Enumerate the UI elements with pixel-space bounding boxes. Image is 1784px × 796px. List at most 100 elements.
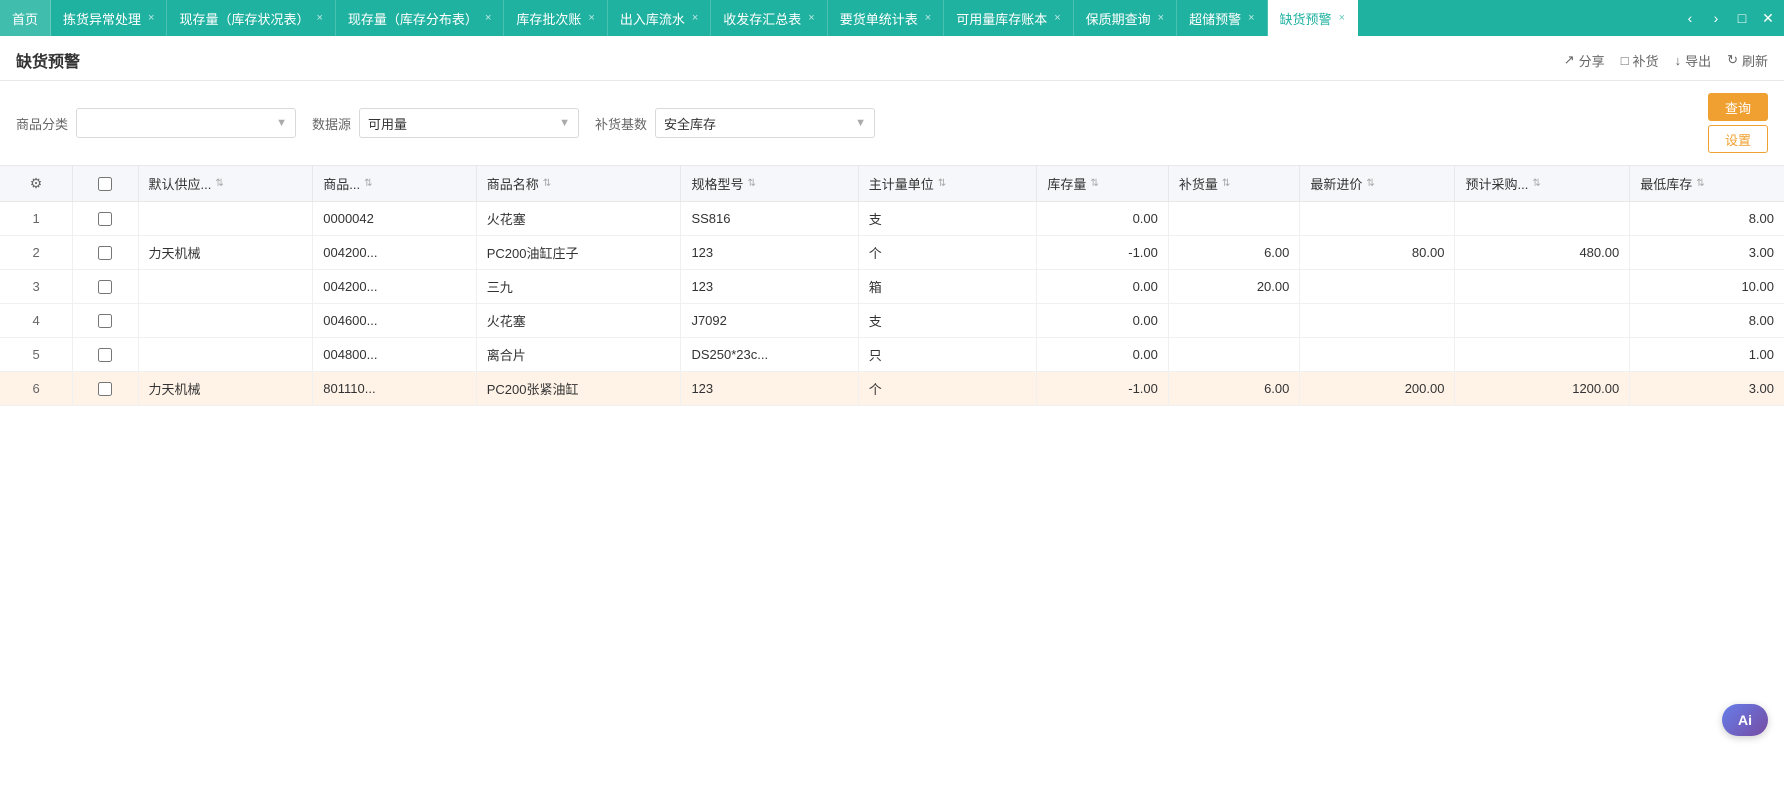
row-select-1[interactable] [98, 212, 112, 226]
row-num-1: 1 [0, 202, 73, 236]
filter-bar: 商品分类 ▼ 数据源 可用量 ▼ 补货基数 安全库存 ▼ 查询 设置 [0, 81, 1784, 166]
table-row: 3 004200... 三九 123 箱 0.00 20.00 10.00 [0, 270, 1784, 304]
tab-picking-exception[interactable]: 拣货异常处理 × [51, 0, 167, 36]
row-forecast-5 [1455, 338, 1630, 372]
close-tab-stock-status[interactable]: × [316, 12, 322, 24]
th-checkbox [73, 166, 138, 202]
row-checkbox-4 [73, 304, 138, 338]
tab-restore[interactable]: □ [1730, 6, 1754, 30]
share-icon: ↗ [1564, 52, 1575, 68]
tab-bar: 首页 拣货异常处理 × 现存量（库存状况表） × 现存量（库存分布表） × 库存… [0, 0, 1784, 36]
category-select[interactable]: ▼ [76, 108, 296, 138]
tab-current-stock-status[interactable]: 现存量（库存状况表） × [167, 0, 335, 36]
row-supplier-5 [138, 338, 313, 372]
close-tab-shelf[interactable]: × [1158, 12, 1164, 24]
replenish-button[interactable]: □ 补货 [1621, 51, 1659, 70]
category-dropdown-arrow: ▼ [276, 117, 287, 129]
tab-receive-send-summary[interactable]: 收发存汇总表 × [711, 0, 827, 36]
tab-requisition-stats[interactable]: 要货单统计表 × [828, 0, 944, 36]
row-stock-6: -1.00 [1037, 372, 1168, 406]
row-num-2: 2 [0, 236, 73, 270]
tab-home[interactable]: 首页 [0, 0, 51, 36]
column-settings-icon[interactable]: ⚙ [10, 175, 62, 192]
close-tab-requisition[interactable]: × [925, 12, 931, 24]
tab-shortage-warning[interactable]: 缺货预警 × [1268, 0, 1358, 36]
table-container: ⚙ 默认供应... ⇅ 商品... ⇅ [0, 166, 1784, 406]
row-select-2[interactable] [98, 246, 112, 260]
tab-current-stock-dist[interactable]: 现存量（库存分布表） × [336, 0, 504, 36]
replenish-base-filter-group: 补货基数 安全库存 ▼ [595, 108, 875, 138]
tab-nav-next[interactable]: › [1704, 6, 1728, 30]
sort-replenish-icon: ⇅ [1222, 178, 1230, 189]
sort-supplier-icon: ⇅ [215, 178, 223, 189]
select-all-checkbox[interactable] [98, 177, 112, 191]
close-tab-receive[interactable]: × [808, 12, 814, 24]
row-name-4: 火花塞 [476, 304, 681, 338]
row-supplier-4 [138, 304, 313, 338]
datasource-dropdown-arrow: ▼ [559, 117, 570, 129]
row-select-6[interactable] [98, 382, 112, 396]
tab-close-all[interactable]: ✕ [1756, 6, 1780, 30]
tab-nav-prev[interactable]: ‹ [1678, 6, 1702, 30]
tab-batch-account[interactable]: 库存批次账 × [504, 0, 607, 36]
row-code-4: 004600... [313, 304, 476, 338]
row-select-3[interactable] [98, 280, 112, 294]
row-spec-4: J7092 [681, 304, 858, 338]
sort-min-icon: ⇅ [1696, 178, 1704, 189]
row-price-1 [1300, 202, 1455, 236]
header-actions: ↗ 分享 □ 补货 ↓ 导出 ↻ 刷新 [1564, 51, 1768, 70]
datasource-select[interactable]: 可用量 ▼ [359, 108, 579, 138]
row-forecast-4 [1455, 304, 1630, 338]
row-supplier-6: 力天机械 [138, 372, 313, 406]
row-select-5[interactable] [98, 348, 112, 362]
row-min-stock-2: 3.00 [1630, 236, 1784, 270]
share-button[interactable]: ↗ 分享 [1564, 51, 1605, 70]
sort-unit-icon: ⇅ [938, 178, 946, 189]
row-unit-2: 个 [858, 236, 1037, 270]
settings-button[interactable]: 设置 [1708, 125, 1768, 153]
close-tab-batch[interactable]: × [588, 12, 594, 24]
row-unit-4: 支 [858, 304, 1037, 338]
close-tab-ledger[interactable]: × [1054, 12, 1060, 24]
tab-shelf-life[interactable]: 保质期查询 × [1074, 0, 1177, 36]
close-tab-shortage[interactable]: × [1339, 12, 1345, 24]
filter-action-buttons: 查询 设置 [1708, 93, 1768, 153]
export-icon: ↓ [1675, 53, 1682, 68]
row-price-2: 80.00 [1300, 236, 1455, 270]
tab-inout-flow[interactable]: 出入库流水 × [608, 0, 711, 36]
row-spec-6: 123 [681, 372, 858, 406]
row-checkbox-6 [73, 372, 138, 406]
replenish-base-select[interactable]: 安全库存 ▼ [655, 108, 875, 138]
row-stock-2: -1.00 [1037, 236, 1168, 270]
replenish-base-value: 安全库存 [664, 114, 716, 133]
row-replenish-6: 6.00 [1168, 372, 1299, 406]
row-replenish-5 [1168, 338, 1299, 372]
row-stock-3: 0.00 [1037, 270, 1168, 304]
ai-assistant-badge[interactable]: Ai [1722, 704, 1768, 736]
row-stock-5: 0.00 [1037, 338, 1168, 372]
table-body: 1 0000042 火花塞 SS816 支 0.00 8.00 2 力天机械 0… [0, 202, 1784, 406]
row-select-4[interactable] [98, 314, 112, 328]
category-filter-group: 商品分类 ▼ [16, 108, 296, 138]
close-tab-inout[interactable]: × [692, 12, 698, 24]
row-checkbox-3 [73, 270, 138, 304]
table-row: 4 004600... 火花塞 J7092 支 0.00 8.00 [0, 304, 1784, 338]
refresh-icon: ↻ [1727, 52, 1738, 68]
th-latest-price: 最新进价 ⇅ [1300, 166, 1455, 202]
tab-overstock-warning[interactable]: 超储预警 × [1177, 0, 1267, 36]
close-tab-picking[interactable]: × [148, 12, 154, 24]
query-button[interactable]: 查询 [1708, 93, 1768, 121]
replenish-base-label: 补货基数 [595, 114, 647, 133]
close-tab-overstock[interactable]: × [1248, 12, 1254, 24]
row-name-6: PC200张紧油缸 [476, 372, 681, 406]
export-button[interactable]: ↓ 导出 [1675, 51, 1712, 70]
close-tab-stock-dist[interactable]: × [485, 12, 491, 24]
row-code-6: 801110... [313, 372, 476, 406]
datasource-filter-group: 数据源 可用量 ▼ [312, 108, 579, 138]
refresh-button[interactable]: ↻ 刷新 [1727, 51, 1768, 70]
sort-stock-icon: ⇅ [1090, 178, 1098, 189]
row-min-stock-4: 8.00 [1630, 304, 1784, 338]
row-min-stock-6: 3.00 [1630, 372, 1784, 406]
tab-available-ledger[interactable]: 可用量库存账本 × [944, 0, 1073, 36]
row-replenish-4 [1168, 304, 1299, 338]
